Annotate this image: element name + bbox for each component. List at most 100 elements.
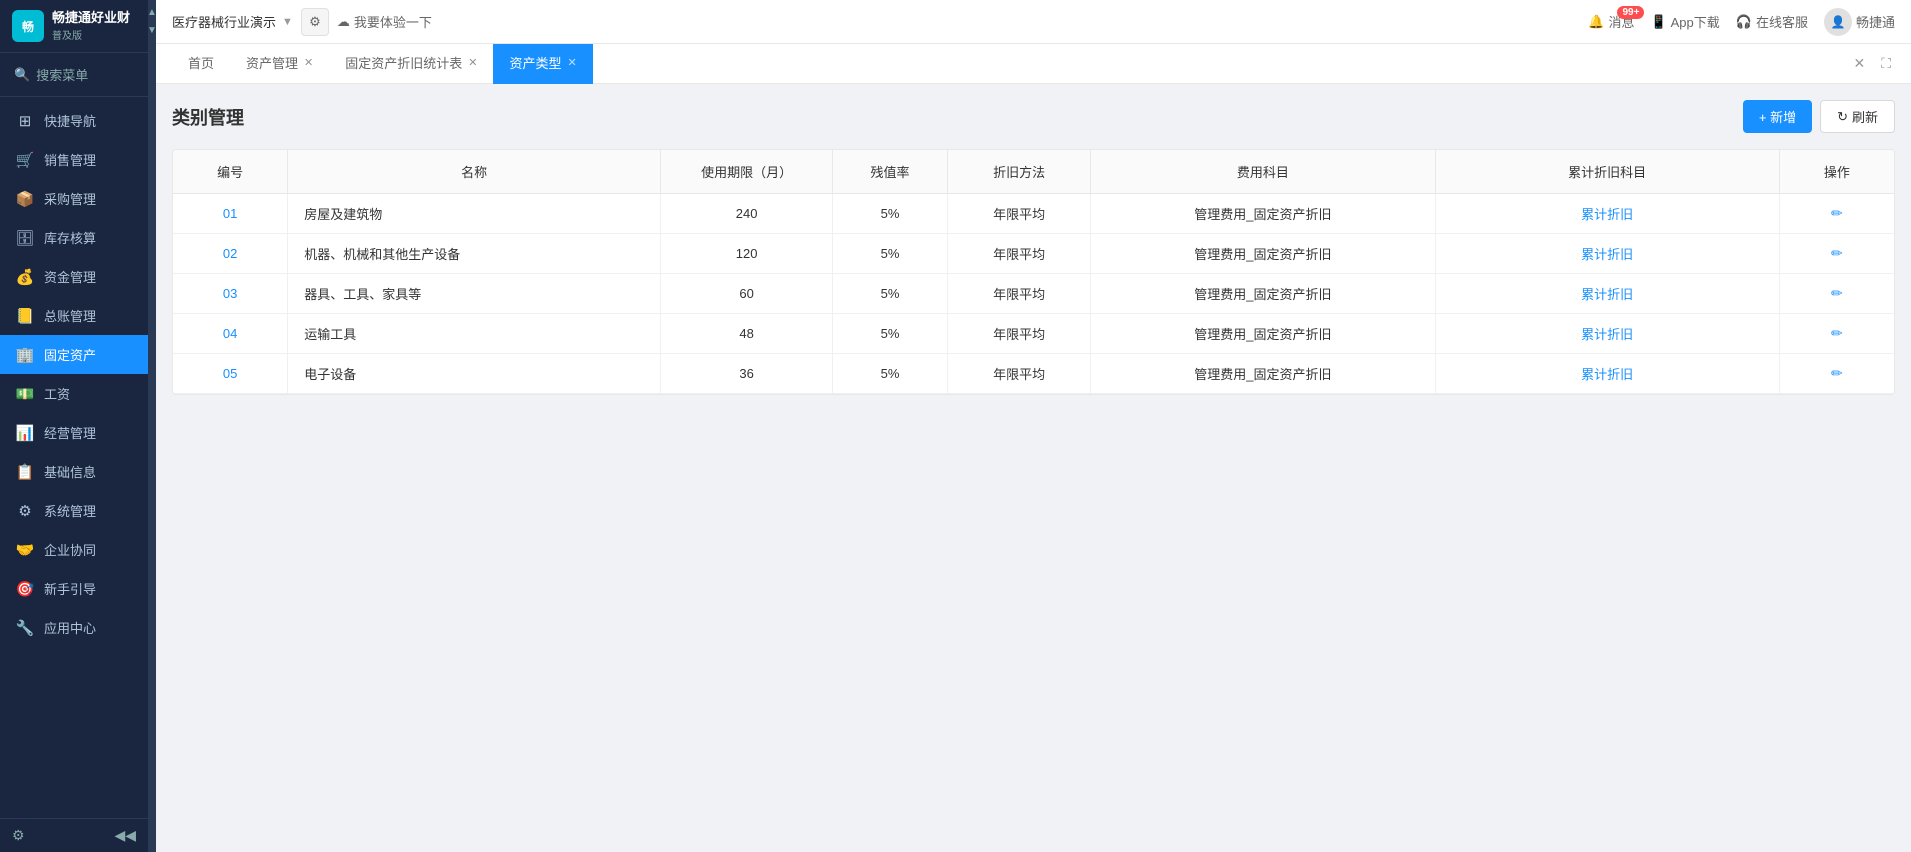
experience-button[interactable]: ☁ 我要体验一下 <box>337 12 432 31</box>
close-tab-button[interactable]: ✕ <box>1849 51 1869 76</box>
cell-depreciation: 累计折旧 <box>1435 314 1779 354</box>
notification-button[interactable]: 🔔 消息 99+ <box>1588 12 1634 31</box>
table-row: 04 运输工具 48 5% 年限平均 管理费用_固定资产折旧 累计折旧 ✏ <box>173 314 1894 354</box>
search-menu-button[interactable]: 🔍 搜索菜单 <box>6 59 142 90</box>
table-row: 03 器具、工具、家具等 60 5% 年限平均 管理费用_固定资产折旧 累计折旧… <box>173 274 1894 314</box>
avatar: 👤 <box>1824 8 1852 36</box>
edit-button[interactable]: ✏ <box>1831 205 1843 221</box>
company-selector[interactable]: 医疗器械行业演示 ▼ <box>172 12 293 31</box>
notification-badge: 99+ <box>1617 6 1644 19</box>
edit-button[interactable]: ✏ <box>1831 285 1843 301</box>
tab-asset-mgmt-close-icon[interactable]: ✕ <box>304 56 313 69</box>
user-profile-button[interactable]: 👤 畅捷通 <box>1824 8 1895 36</box>
fixed-assets-icon: 🏢 <box>16 346 34 364</box>
tab-home[interactable]: 首页 <box>172 44 230 84</box>
sidebar-item-ledger[interactable]: 📒 总账管理 <box>0 296 148 335</box>
customer-service-button[interactable]: 🎧 在线客服 <box>1736 12 1808 31</box>
collapse-sidebar-button[interactable]: ◀◀ <box>114 827 136 844</box>
refresh-label: 刷新 <box>1852 107 1878 126</box>
sidebar-item-label: 系统管理 <box>44 501 96 520</box>
table-row: 02 机器、机械和其他生产设备 120 5% 年限平均 管理费用_固定资产折旧 … <box>173 234 1894 274</box>
table-row: 05 电子设备 36 5% 年限平均 管理费用_固定资产折旧 累计折旧 ✏ <box>173 354 1894 394</box>
app-download-button[interactable]: 📱 App下载 <box>1650 12 1719 31</box>
cell-action: ✏ <box>1779 314 1894 354</box>
customer-service-label: 在线客服 <box>1756 12 1808 31</box>
sidebar-item-label: 销售管理 <box>44 150 96 169</box>
tab-asset-mgmt[interactable]: 资产管理 ✕ <box>230 44 329 84</box>
edit-button[interactable]: ✏ <box>1831 365 1843 381</box>
tab-asset-type-close-icon[interactable]: ✕ <box>568 56 577 69</box>
search-icon: 🔍 <box>14 67 30 83</box>
cell-residual: 5% <box>833 274 948 314</box>
col-header-months: 使用期限（月） <box>661 150 833 194</box>
sidebar-item-quick-nav[interactable]: ⊞ 快捷导航 <box>0 101 148 140</box>
data-table: 编号 名称 使用期限（月） 残值率 折旧方法 费用科目 累计折旧科目 操作 01… <box>172 149 1895 395</box>
cell-action: ✏ <box>1779 194 1894 234</box>
sidebar-item-label: 固定资产 <box>44 345 96 364</box>
col-header-method: 折旧方法 <box>947 150 1090 194</box>
table-header-row: 编号 名称 使用期限（月） 残值率 折旧方法 费用科目 累计折旧科目 操作 <box>173 150 1894 194</box>
sidebar-item-label: 新手引导 <box>44 579 96 598</box>
sidebar-item-inventory[interactable]: 🗄 库存核算 <box>0 218 148 257</box>
tab-asset-type[interactable]: 资产类型 ✕ <box>493 44 592 84</box>
phone-icon: 📱 <box>1650 14 1666 30</box>
cell-id: 05 <box>173 354 288 394</box>
new-button[interactable]: + 新增 <box>1743 100 1812 133</box>
settings-footer-button[interactable]: ⚙ <box>12 827 25 844</box>
experience-label: 我要体验一下 <box>354 12 432 31</box>
sidebar: 畅 畅捷通好业财 普及版 🔍 搜索菜单 ⊞ 快捷导航 🛒 销售管理 📦 采购管理… <box>0 0 148 852</box>
cell-residual: 5% <box>833 194 948 234</box>
sidebar-item-label: 总账管理 <box>44 306 96 325</box>
sidebar-item-payroll[interactable]: 💵 工资 <box>0 374 148 413</box>
tab-depreciation-table[interactable]: 固定资产折旧统计表 ✕ <box>329 44 493 84</box>
sidebar-item-fixed-assets[interactable]: 🏢 固定资产 <box>0 335 148 374</box>
sidebar-item-guide[interactable]: 🎯 新手引导 <box>0 569 148 608</box>
sidebar-item-app-center[interactable]: 🔧 应用中心 <box>0 608 148 647</box>
sidebar-item-cooperation[interactable]: 🤝 企业协同 <box>0 530 148 569</box>
page-actions: + 新增 ↻ 刷新 <box>1743 100 1895 133</box>
sidebar-search-area: 🔍 搜索菜单 <box>0 53 148 97</box>
chevron-down-icon: ▼ <box>282 16 293 28</box>
top-header: 医疗器械行业演示 ▼ ⚙ ☁ 我要体验一下 🔔 消息 99+ 📱 App下载 🎧… <box>156 0 1911 44</box>
cell-id: 01 <box>173 194 288 234</box>
app-edition: 普及版 <box>52 27 130 42</box>
edit-button[interactable]: ✏ <box>1831 245 1843 261</box>
cell-name: 器具、工具、家具等 <box>288 274 661 314</box>
search-menu-label: 搜索菜单 <box>36 65 88 84</box>
sidebar-item-label: 基础信息 <box>44 462 96 481</box>
quick-nav-icon: ⊞ <box>16 112 34 130</box>
main-area: 医疗器械行业演示 ▼ ⚙ ☁ 我要体验一下 🔔 消息 99+ 📱 App下载 🎧… <box>156 0 1911 852</box>
system-icon: ⚙ <box>16 502 34 520</box>
cell-method: 年限平均 <box>947 194 1090 234</box>
sidebar-item-sales[interactable]: 🛒 销售管理 <box>0 140 148 179</box>
tab-depreciation-close-icon[interactable]: ✕ <box>468 56 477 69</box>
cell-months: 48 <box>661 314 833 354</box>
table-row: 01 房屋及建筑物 240 5% 年限平均 管理费用_固定资产折旧 累计折旧 ✏ <box>173 194 1894 234</box>
cell-name: 房屋及建筑物 <box>288 194 661 234</box>
cell-action: ✏ <box>1779 354 1894 394</box>
edit-button[interactable]: ✏ <box>1831 325 1843 341</box>
cell-expense: 管理费用_固定资产折旧 <box>1091 354 1435 394</box>
cell-name: 电子设备 <box>288 354 661 394</box>
sidebar-item-basic-info[interactable]: 📋 基础信息 <box>0 452 148 491</box>
col-header-action: 操作 <box>1779 150 1894 194</box>
cell-method: 年限平均 <box>947 354 1090 394</box>
content-area: 类别管理 + 新增 ↻ 刷新 编号 名称 使用期限（月） 残值率 折旧方法 <box>156 84 1911 852</box>
sidebar-scrollbar: ▲ ▼ <box>148 0 156 852</box>
logo-icon: 畅 <box>12 10 44 42</box>
col-header-id: 编号 <box>173 150 288 194</box>
sidebar-item-label: 经营管理 <box>44 423 96 442</box>
cell-residual: 5% <box>833 354 948 394</box>
maximize-tab-button[interactable]: ⛶ <box>1877 51 1895 76</box>
user-label: 畅捷通 <box>1856 12 1895 31</box>
sidebar-item-finance[interactable]: 💰 资金管理 <box>0 257 148 296</box>
sidebar-item-operations[interactable]: 📊 经营管理 <box>0 413 148 452</box>
refresh-button[interactable]: ↻ 刷新 <box>1820 100 1895 133</box>
tab-right-actions: ✕ ⛶ <box>1849 51 1895 76</box>
sidebar-item-system[interactable]: ⚙ 系统管理 <box>0 491 148 530</box>
cell-method: 年限平均 <box>947 274 1090 314</box>
sidebar-item-label: 工资 <box>44 384 70 403</box>
header-settings-button[interactable]: ⚙ <box>301 8 329 36</box>
cell-months: 60 <box>661 274 833 314</box>
sidebar-item-purchase[interactable]: 📦 采购管理 <box>0 179 148 218</box>
